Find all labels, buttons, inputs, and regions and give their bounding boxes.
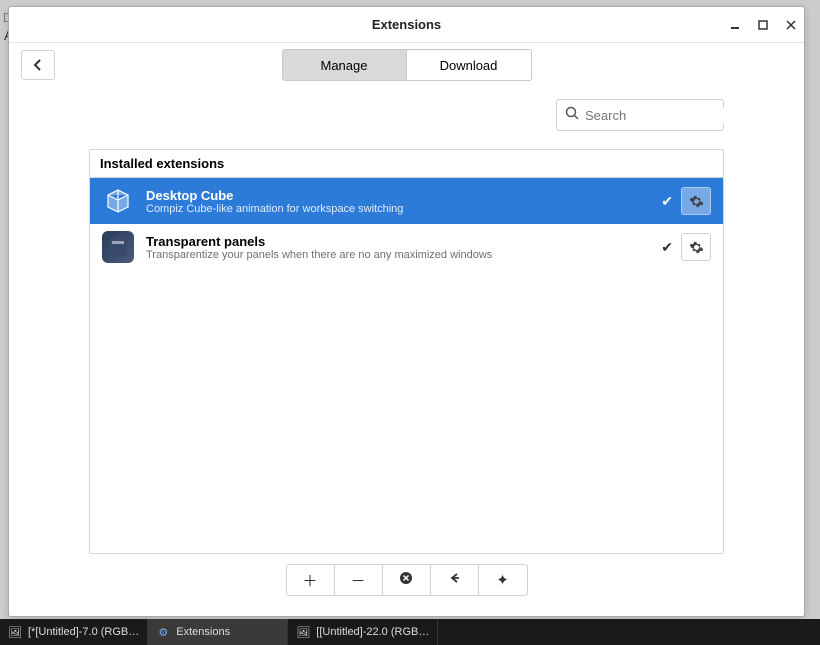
extension-row-transparent-panels[interactable]: Transparent panels Transparentize your p… [90, 224, 723, 270]
cube-icon [102, 185, 134, 217]
search-icon [565, 106, 579, 125]
star-button[interactable]: ✦ [479, 565, 527, 595]
task-label: [[Untitled]-22.0 (RGB… [316, 626, 429, 638]
undo-icon [447, 571, 461, 589]
task-label: [*[Untitled]-7.0 (RGB… [28, 626, 139, 638]
extension-title: Transparent panels [146, 234, 649, 249]
toolbar: Manage Download [9, 43, 804, 87]
tab-download[interactable]: Download [407, 50, 531, 80]
taskbar-item-extensions[interactable]: ⚙ Extensions [148, 619, 288, 645]
disable-button[interactable] [383, 565, 431, 595]
extension-description: Compiz Cube-like animation for workspace… [146, 203, 649, 215]
enabled-check-icon: ✔ [661, 193, 673, 210]
bottom-toolbar: ＋ － ✦ [89, 554, 724, 606]
search-row [89, 99, 724, 131]
extension-text: Transparent panels Transparentize your p… [146, 234, 649, 261]
gear-icon [689, 240, 704, 255]
extension-list: Desktop Cube Compiz Cube-like animation … [90, 178, 723, 553]
app-icon: 🖼 [8, 625, 22, 639]
window-title: Extensions [372, 17, 441, 32]
settings-button[interactable] [681, 187, 711, 215]
extension-title: Desktop Cube [146, 188, 649, 203]
minus-icon: － [350, 570, 365, 591]
settings-button[interactable] [681, 233, 711, 261]
installed-extensions-panel: Installed extensions Desktop Cube Compiz… [89, 149, 724, 554]
sparkle-icon: ✦ [496, 571, 509, 589]
search-box[interactable] [556, 99, 724, 131]
extension-description: Transparentize your panels when there ar… [146, 249, 649, 261]
close-button[interactable] [784, 18, 798, 32]
extension-actions: ✔ [661, 233, 711, 261]
panels-icon [102, 231, 134, 263]
content-area: Installed extensions Desktop Cube Compiz… [9, 87, 804, 616]
task-label: Extensions [176, 626, 230, 638]
add-button[interactable]: ＋ [287, 565, 335, 595]
taskbar: 🖼 [*[Untitled]-7.0 (RGB… ⚙ Extensions 🖼 … [0, 619, 820, 645]
minimize-button[interactable] [728, 18, 742, 32]
undo-button[interactable] [431, 565, 479, 595]
extension-actions: ✔ [661, 187, 711, 215]
remove-button[interactable]: － [335, 565, 383, 595]
app-icon: 🖼 [296, 625, 310, 639]
plus-icon: ＋ [302, 570, 317, 591]
gear-icon: ⚙ [156, 625, 170, 639]
maximize-button[interactable] [756, 18, 770, 32]
search-input[interactable] [585, 108, 761, 123]
taskbar-item[interactable]: 🖼 [[Untitled]-22.0 (RGB… [288, 619, 438, 645]
enabled-check-icon: ✔ [661, 239, 673, 256]
extensions-window: Extensions Manage Download Installed ext… [8, 6, 805, 617]
extension-text: Desktop Cube Compiz Cube-like animation … [146, 188, 649, 215]
panel-header: Installed extensions [90, 150, 723, 178]
chevron-left-icon [32, 59, 44, 71]
window-controls [728, 7, 798, 43]
tab-group: Manage Download [282, 49, 532, 81]
taskbar-item[interactable]: 🖼 [*[Untitled]-7.0 (RGB… [0, 619, 148, 645]
toolbar-button-group: ＋ － ✦ [286, 564, 528, 596]
x-circle-icon [399, 571, 413, 589]
back-button[interactable] [21, 50, 55, 80]
titlebar: Extensions [9, 7, 804, 43]
gear-icon [689, 194, 704, 209]
extension-row-desktop-cube[interactable]: Desktop Cube Compiz Cube-like animation … [90, 178, 723, 224]
tab-manage[interactable]: Manage [283, 50, 407, 80]
